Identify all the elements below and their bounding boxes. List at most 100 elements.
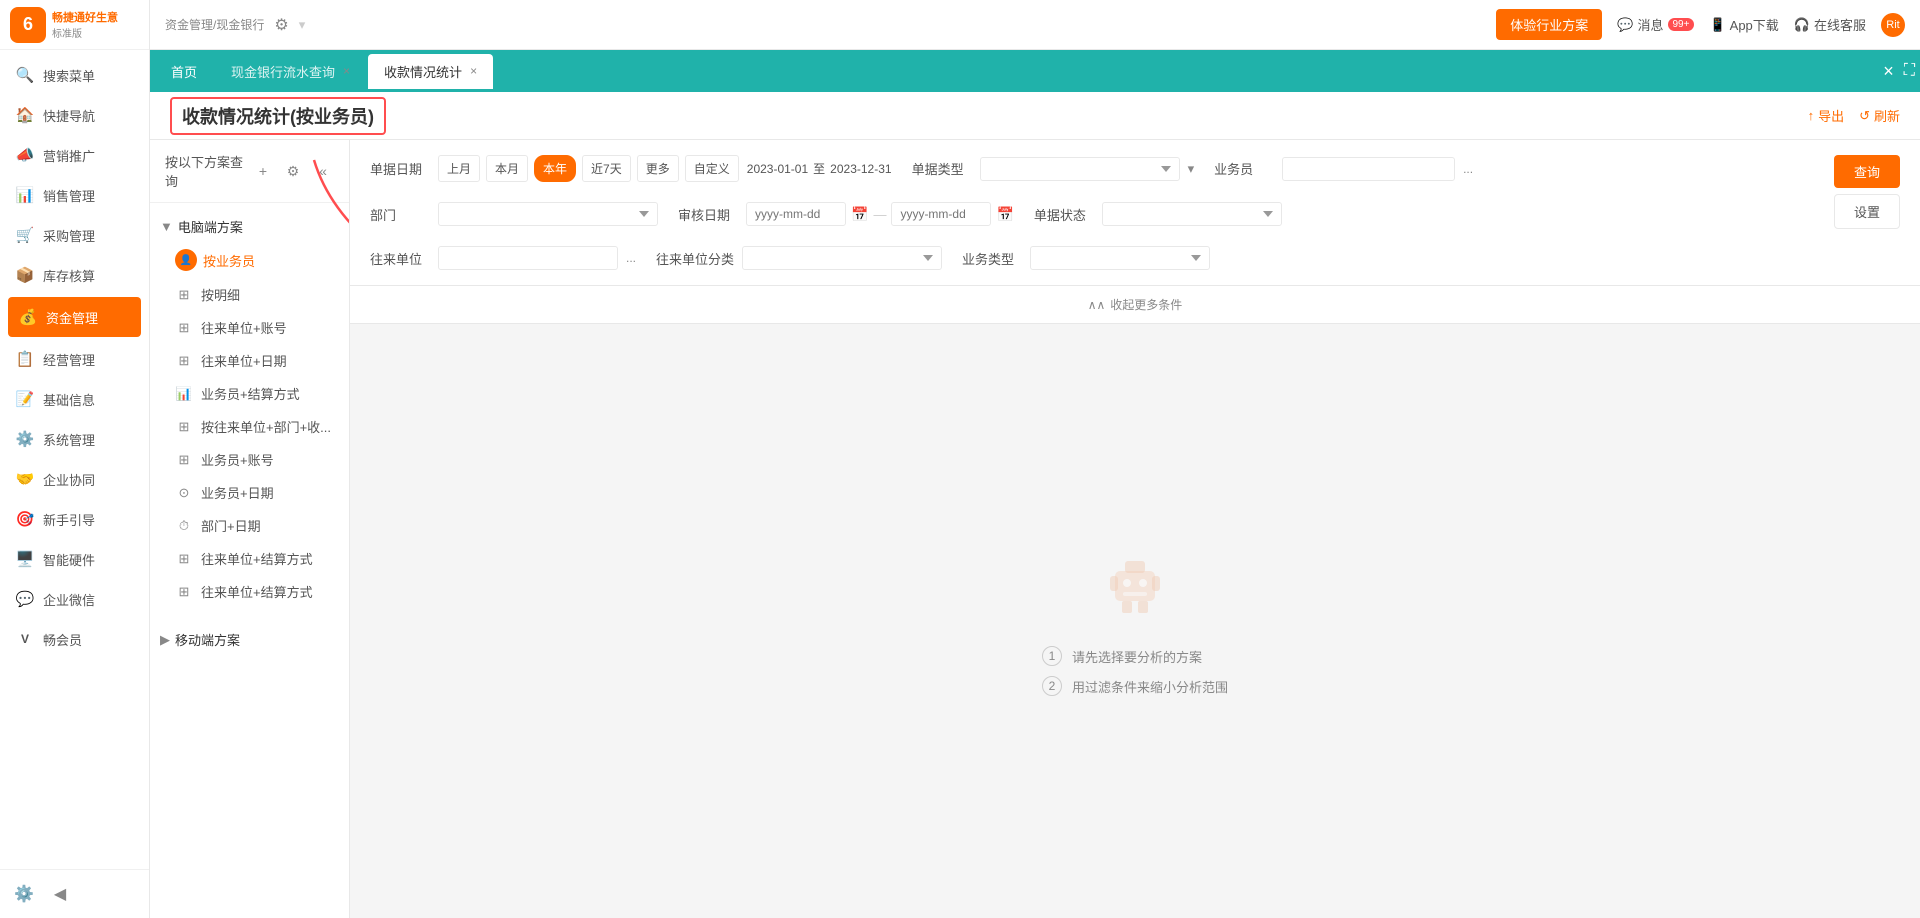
unit-input[interactable]: [438, 246, 618, 270]
calendar-to-icon[interactable]: 📅: [996, 206, 1013, 223]
sidebar-item-inventory[interactable]: 📦 库存核算: [0, 255, 149, 295]
scheme-item-by-salesperson[interactable]: 👤 按业务员: [150, 242, 349, 278]
user-avatar[interactable]: Rit: [1881, 13, 1905, 37]
tab-home[interactable]: 首页: [155, 54, 213, 89]
tab-collection-stats[interactable]: 收款情况统计 ×: [368, 54, 493, 89]
topbar-gear-icon[interactable]: ⚙: [274, 15, 288, 35]
sidebar-item-finance[interactable]: 💰 资金管理: [8, 297, 141, 337]
unit-more-btn[interactable]: ...: [626, 251, 636, 265]
doc-type-select[interactable]: [980, 157, 1180, 181]
unit-category-label: 往来单位分类: [656, 249, 734, 268]
date-range-display: 2023-01-01 至 2023-12-31: [747, 160, 892, 177]
biz-type-label: 业务类型: [962, 249, 1022, 268]
app-download-btn[interactable]: 📱 App下载: [1709, 15, 1778, 34]
sidebar-item-search[interactable]: 🔍 搜索菜单: [0, 55, 149, 95]
filter-left-cols: 单据日期 上月 本月 本年 近7天 更多 自定义: [370, 155, 1809, 270]
topbar-left: 资金管理/现金银行 ⚙ ▾: [165, 15, 305, 35]
tab-collection-stats-close[interactable]: ×: [470, 64, 477, 78]
refresh-icon: ↺: [1859, 108, 1870, 124]
sidebar-item-hardware[interactable]: 🖥️ 智能硬件: [0, 539, 149, 579]
scheme-item-salesperson-date[interactable]: ⊙ 业务员+日期: [150, 476, 349, 509]
date-btn-this-month[interactable]: 本月: [486, 155, 528, 182]
scheme-settings-btn[interactable]: ⚙: [282, 160, 304, 182]
window-max-icon[interactable]: ⛶: [1904, 62, 1915, 80]
sidebar-item-sales[interactable]: 📊 销售管理: [0, 175, 149, 215]
scheme-item-unit-dept-collect[interactable]: ⊞ 按往来单位+部门+收...: [150, 410, 349, 443]
sidebar-bottom: ⚙️ ◀: [0, 869, 149, 918]
calendar-from-icon[interactable]: 📅: [851, 206, 868, 223]
dept-select[interactable]: [438, 202, 658, 226]
date-btn-this-year[interactable]: 本年: [534, 155, 576, 182]
settings-bottom-icon[interactable]: ⚙️: [10, 880, 38, 908]
marketing-icon: 📣: [15, 145, 35, 165]
filter-row-1: 单据日期 上月 本月 本年 近7天 更多 自定义: [370, 155, 1900, 270]
add-scheme-btn[interactable]: +: [252, 160, 274, 182]
sidebar-item-enterprise[interactable]: 🤝 企业协同: [0, 459, 149, 499]
left-panel-header: 按以下方案查询 + ⚙ «: [150, 140, 349, 203]
message-btn[interactable]: 💬 消息 99+: [1617, 15, 1694, 34]
scheme-item-dept-date[interactable]: ⏱ 部门+日期: [150, 509, 349, 542]
date-btn-last-month[interactable]: 上月: [438, 155, 480, 182]
robot-illustration: [1095, 546, 1175, 626]
tabs-bar: 首页 现金银行流水查询 × 收款情况统计 × × ⛶: [150, 50, 1920, 92]
group-expand-arrow2: ▶: [160, 632, 170, 648]
doc-status-select[interactable]: [1102, 202, 1282, 226]
collapse-bar[interactable]: ∧∧ 收起更多条件: [350, 286, 1920, 324]
window-close-icon[interactable]: ×: [1883, 61, 1894, 82]
date-buttons-group: 上月 本月 本年 近7天 更多 自定义: [438, 155, 739, 182]
grid5-icon: ⊞: [175, 451, 193, 469]
date-btn-more[interactable]: 更多: [637, 155, 679, 182]
grid2-icon: ⊞: [175, 319, 193, 337]
scheme-item-salesperson-account[interactable]: ⊞ 业务员+账号: [150, 443, 349, 476]
sidebar-item-operation[interactable]: 📋 经营管理: [0, 339, 149, 379]
sidebar-item-quick-nav[interactable]: 🏠 快捷导航: [0, 95, 149, 135]
enterprise-icon: 🤝: [15, 469, 35, 489]
sidebar-item-guide[interactable]: 🎯 新手引导: [0, 499, 149, 539]
finance-icon: 💰: [18, 307, 38, 327]
filter-item-unit-category: 往来单位分类: [656, 246, 942, 270]
biz-type-select[interactable]: [1030, 246, 1210, 270]
export-button[interactable]: ↑ 导出: [1808, 106, 1845, 125]
date-btn-custom[interactable]: 自定义: [685, 155, 739, 182]
scheme-item-by-detail[interactable]: ⊞ 按明细: [150, 278, 349, 311]
audit-date-to[interactable]: [891, 202, 991, 226]
scheme-group-pc-header[interactable]: ▼ 电脑端方案: [150, 211, 349, 242]
topbar: 资金管理/现金银行 ⚙ ▾ 体验行业方案 💬 消息 99+ 📱 App下载 🎧 …: [150, 0, 1920, 50]
collapse-sidebar-icon[interactable]: ◀: [46, 880, 74, 908]
online-service-btn[interactable]: 🎧 在线客服: [1794, 15, 1866, 34]
audit-date-from[interactable]: [746, 202, 846, 226]
scheme-group-mobile-header[interactable]: ▶ 移动端方案: [150, 624, 349, 655]
member-icon: V: [15, 629, 35, 649]
sidebar-item-purchase[interactable]: 🛒 采购管理: [0, 215, 149, 255]
scheme-item-unit-account[interactable]: ⊞ 往来单位+账号: [150, 311, 349, 344]
doc-type-chevron[interactable]: ▾: [1188, 161, 1195, 177]
scheme-item-unit-date[interactable]: ⊞ 往来单位+日期: [150, 344, 349, 377]
collapse-panel-btn[interactable]: «: [312, 160, 334, 182]
logo-area: 6 畅捷通好生意 标准版: [0, 0, 149, 50]
scheme-item-salesperson-method[interactable]: 📊 业务员+结算方式: [150, 377, 349, 410]
scheme-item-unit-method1[interactable]: ⊞ 往来单位+结算方式: [150, 542, 349, 575]
left-panel-title: 按以下方案查询: [165, 152, 252, 190]
salesperson-input[interactable]: [1282, 157, 1455, 181]
sidebar-item-basic[interactable]: 📝 基础信息: [0, 379, 149, 419]
sidebar-item-system[interactable]: ⚙️ 系统管理: [0, 419, 149, 459]
filter-item-audit-date: 审核日期 📅 — 📅: [678, 202, 1014, 226]
trial-button[interactable]: 体验行业方案: [1496, 9, 1602, 40]
sidebar-item-member[interactable]: V 畅会员: [0, 619, 149, 659]
message-icon: 💬: [1617, 17, 1633, 33]
salesperson-more-btn[interactable]: ...: [1463, 162, 1473, 176]
query-button[interactable]: 查询: [1834, 155, 1900, 188]
active-dot-icon: 👤: [175, 249, 197, 271]
grid-icon: ⊞: [175, 286, 193, 304]
setting-button[interactable]: 设置: [1834, 194, 1900, 229]
refresh-button[interactable]: ↺ 刷新: [1859, 106, 1900, 125]
tab-bank-flow[interactable]: 现金银行流水查询 ×: [215, 54, 366, 89]
unit-category-select[interactable]: [742, 246, 942, 270]
sidebar-item-wechat[interactable]: 💬 企业微信: [0, 579, 149, 619]
sidebar-item-marketing[interactable]: 📣 营销推广: [0, 135, 149, 175]
hint-steps: 1 请先选择要分析的方案 2 用过滤条件来缩小分析范围: [1042, 646, 1228, 696]
date-btn-7days[interactable]: 近7天: [582, 155, 631, 182]
tab-bank-flow-close[interactable]: ×: [343, 64, 350, 78]
scheme-item-unit-method2[interactable]: ⊞ 往来单位+结算方式: [150, 575, 349, 608]
sidebar: 6 畅捷通好生意 标准版 🔍 搜索菜单 🏠 快捷导航 📣 营销推广 📊 销售管理…: [0, 0, 150, 918]
